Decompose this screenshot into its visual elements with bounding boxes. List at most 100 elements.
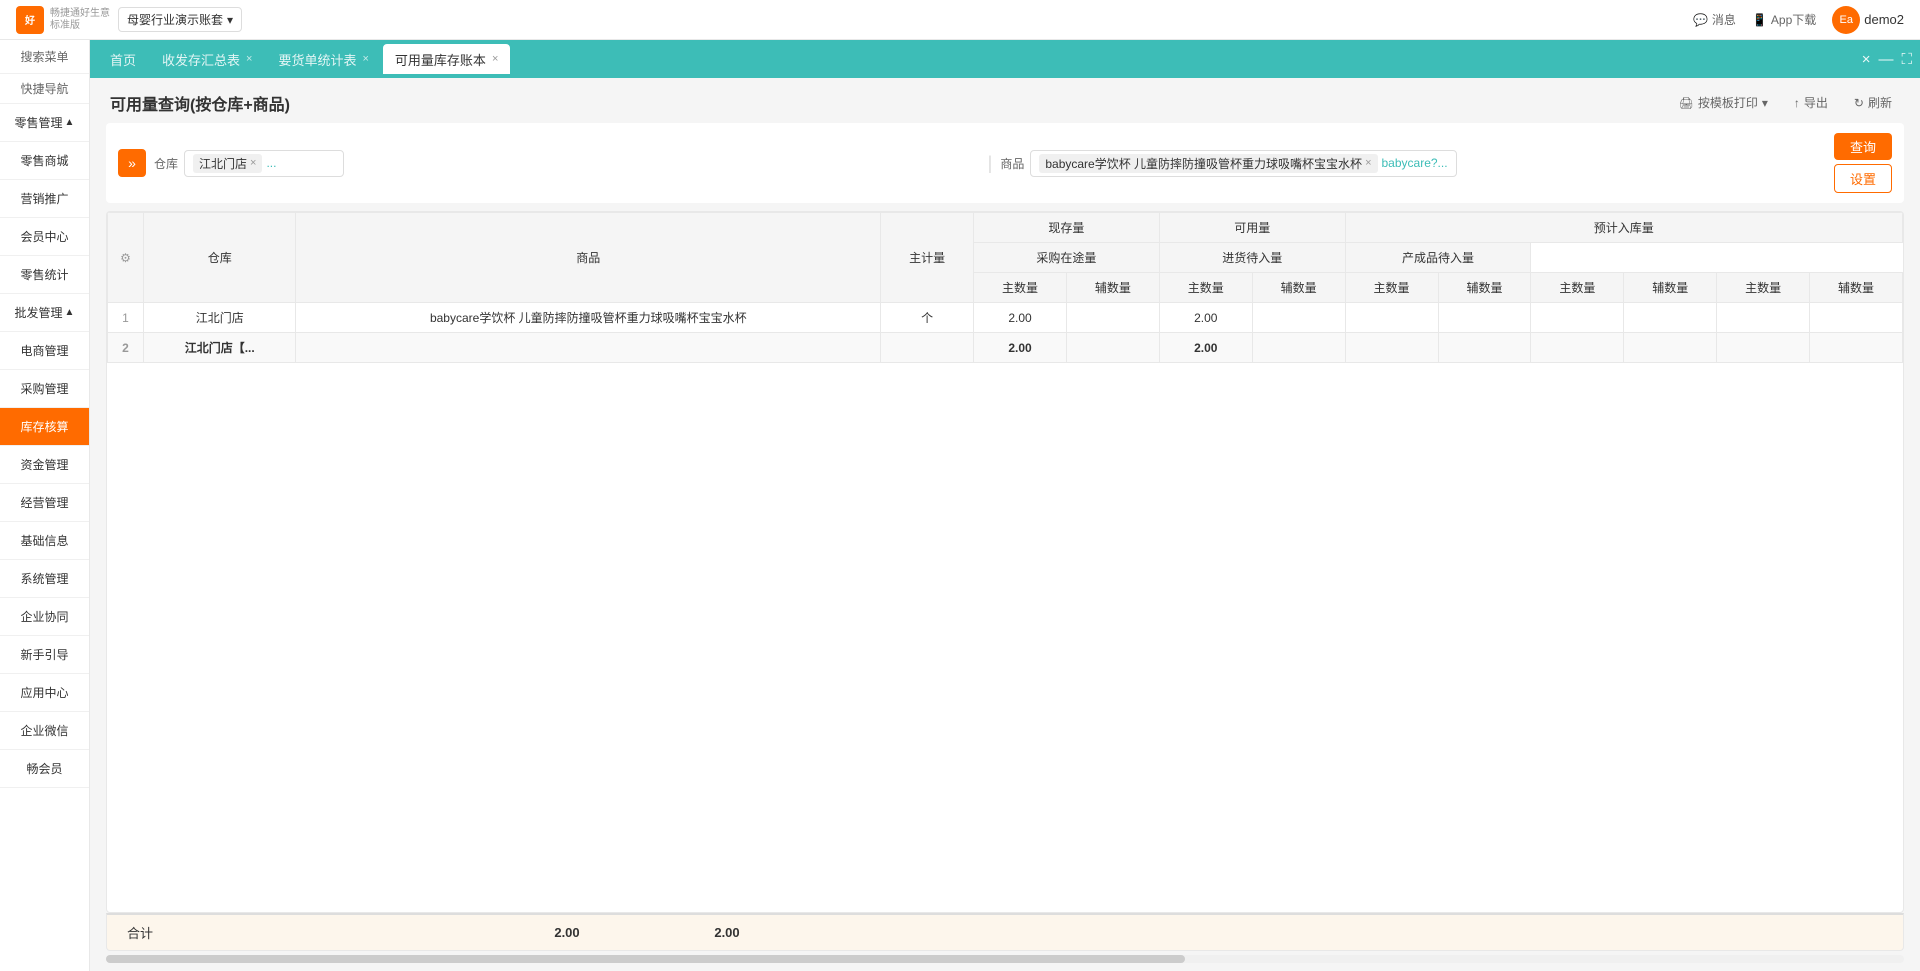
phone-icon: 📱 xyxy=(1752,13,1767,27)
filter-actions: 查询 设置 xyxy=(1834,133,1892,193)
sidebar-item-retail-mgmt[interactable]: 零售管理 ▲ xyxy=(0,104,89,142)
row-avail-main-group: 2.00 xyxy=(1159,333,1252,363)
scrollbar-thumb xyxy=(106,955,1185,963)
tab-bar-actions: × — ⛶ xyxy=(1862,51,1912,68)
chevron-down-icon: ▾ xyxy=(227,13,233,27)
sidebar-item-finance[interactable]: 资金管理 xyxy=(0,446,89,484)
maximize-icon[interactable]: ⛶ xyxy=(1901,51,1912,68)
footer-avail-main: 2.00 xyxy=(687,925,767,940)
sidebar-item-ecommerce[interactable]: 电商管理 xyxy=(0,332,89,370)
col-finished-header: 产成品待入量 xyxy=(1345,243,1531,273)
sidebar-item-system[interactable]: 系统管理 xyxy=(0,560,89,598)
export-btn[interactable]: ↑ 导出 xyxy=(1786,90,1836,115)
tab-bar: 首页 收发存汇总表 × 要货单统计表 × 可用量库存账本 × × — ⛶ xyxy=(90,40,1920,78)
user-profile[interactable]: Ea demo2 xyxy=(1832,6,1904,34)
remove-warehouse-tag[interactable]: × xyxy=(250,157,256,169)
export-icon: ↑ xyxy=(1794,96,1800,110)
top-bar: 好 畅捷通好生意 标准版 母婴行业演示账套 ▾ 💬 消息 📱 App下载 Ea … xyxy=(0,0,1920,40)
row-stock-main-group: 2.00 xyxy=(974,333,1067,363)
app-download-btn[interactable]: 📱 App下载 xyxy=(1752,11,1816,28)
col-settings-header[interactable]: ⚙ xyxy=(108,213,144,303)
sidebar-item-operations[interactable]: 经营管理 xyxy=(0,484,89,522)
tenant-select[interactable]: 母婴行业演示账套 ▾ xyxy=(118,7,242,32)
col-pur-main: 主数量 xyxy=(1345,273,1438,303)
refresh-icon: ↻ xyxy=(1854,96,1864,110)
table-row: 2 江北门店【... 2.00 2.00 xyxy=(108,333,1903,363)
print-icon: 🖨 xyxy=(1679,96,1694,110)
sidebar: 搜索菜单 快捷导航 零售管理 ▲ 零售商城 营销推广 会员中心 零售统计 批发管… xyxy=(0,40,90,971)
sidebar-item-guide[interactable]: 新手引导 xyxy=(0,636,89,674)
table-header-row1: ⚙ 仓库 商品 主计量 现存量 可用量 预计入库量 xyxy=(108,213,1903,243)
row-inc-sub xyxy=(1624,303,1717,333)
row-stock-main: 2.00 xyxy=(974,303,1067,333)
avatar: Ea xyxy=(1832,6,1860,34)
col-stock-header: 现存量 xyxy=(974,213,1160,243)
row-fin-sub xyxy=(1810,303,1903,333)
sidebar-item-retail-mall[interactable]: 零售商城 xyxy=(0,142,89,180)
table-footer: 合计 2.00 2.00 xyxy=(106,913,1904,951)
sidebar-item-retail-stats[interactable]: 零售统计 xyxy=(0,256,89,294)
minimize-icon[interactable]: — xyxy=(1878,51,1893,68)
sidebar-item-wholesale[interactable]: 批发管理 ▲ xyxy=(0,294,89,332)
sidebar-item-marketing[interactable]: 营销推广 xyxy=(0,180,89,218)
tab-order-stats[interactable]: 要货单统计表 × xyxy=(266,44,380,74)
refresh-btn[interactable]: ↻ 刷新 xyxy=(1846,90,1900,115)
sidebar-item-member[interactable]: 会员中心 xyxy=(0,218,89,256)
row-stock-sub xyxy=(1066,303,1159,333)
filter-toggle-btn[interactable]: » xyxy=(118,149,146,177)
sidebar-search[interactable]: 搜索菜单 xyxy=(0,40,89,74)
filter-separator: | xyxy=(988,153,993,174)
footer-stock-main: 2.00 xyxy=(527,925,607,940)
warehouse-more[interactable]: ... xyxy=(266,156,276,170)
inventory-table: ⚙ 仓库 商品 主计量 现存量 可用量 预计入库量 采购在途量 进货待入量 xyxy=(107,212,1903,363)
col-warehouse-header: 仓库 xyxy=(144,213,296,303)
row-index: 2 xyxy=(108,333,144,363)
sidebar-item-enterprise[interactable]: 企业协同 xyxy=(0,598,89,636)
close-icon[interactable]: × xyxy=(246,54,252,65)
sidebar-item-inventory[interactable]: 库存核算 xyxy=(0,408,89,446)
sidebar-item-member2[interactable]: 畅会员 xyxy=(0,750,89,788)
table-wrapper: ⚙ 仓库 商品 主计量 现存量 可用量 预计入库量 采购在途量 进货待入量 xyxy=(106,211,1904,913)
remove-product-tag[interactable]: × xyxy=(1365,157,1371,169)
gear-icon[interactable]: ⚙ xyxy=(120,251,131,265)
close-window-icon[interactable]: × xyxy=(1862,51,1871,68)
footer-empty-product xyxy=(207,925,467,940)
sidebar-item-wecom[interactable]: 企业微信 xyxy=(0,712,89,750)
row-product: babycare学饮杯 儿童防摔防撞吸管杯重力球吸嘴杯宝宝水杯 xyxy=(296,303,881,333)
close-icon[interactable]: × xyxy=(362,54,368,65)
bottom-scrollbar[interactable] xyxy=(106,955,1904,963)
message-btn[interactable]: 💬 消息 xyxy=(1693,11,1736,28)
product-label: 商品 xyxy=(1000,155,1024,172)
tab-stock-summary[interactable]: 收发存汇总表 × xyxy=(150,44,264,74)
col-stock-sub: 辅数量 xyxy=(1066,273,1159,303)
sidebar-nav[interactable]: 快捷导航 xyxy=(0,74,89,104)
row-fin-main-group xyxy=(1717,333,1810,363)
product-more[interactable]: babycare?... xyxy=(1382,156,1448,170)
tab-available-inventory[interactable]: 可用量库存账本 × xyxy=(383,44,510,74)
setting-btn[interactable]: 设置 xyxy=(1834,164,1892,193)
close-icon[interactable]: × xyxy=(492,54,498,65)
col-stock-main: 主数量 xyxy=(974,273,1067,303)
row-fin-main xyxy=(1717,303,1810,333)
print-btn[interactable]: 🖨 按模板打印 ▾ xyxy=(1671,90,1776,115)
row-unit: 个 xyxy=(881,303,974,333)
tab-home[interactable]: 首页 xyxy=(98,44,148,74)
row-avail-main: 2.00 xyxy=(1159,303,1252,333)
row-fin-sub-group xyxy=(1810,333,1903,363)
row-warehouse-group: 江北门店【... xyxy=(144,333,296,363)
logo-area: 好 畅捷通好生意 标准版 xyxy=(16,6,110,34)
sidebar-item-purchase[interactable]: 采购管理 xyxy=(0,370,89,408)
chevron-down-icon: ▾ xyxy=(1762,96,1768,110)
page-header: 可用量查询(按仓库+商品) 🖨 按模板打印 ▾ ↑ 导出 ↻ 刷新 xyxy=(90,78,1920,123)
sidebar-item-app-center[interactable]: 应用中心 xyxy=(0,674,89,712)
sidebar-item-basic-info[interactable]: 基础信息 xyxy=(0,522,89,560)
row-pur-sub xyxy=(1438,303,1531,333)
product-tag: babycare学饮杯 儿童防摔防撞吸管杯重力球吸嘴杯宝宝水杯 × xyxy=(1039,154,1377,173)
row-stock-sub-group xyxy=(1066,333,1159,363)
product-tag-input[interactable]: babycare学饮杯 儿童防摔防撞吸管杯重力球吸嘴杯宝宝水杯 × babyca… xyxy=(1030,150,1456,177)
row-product-group xyxy=(296,333,881,363)
query-btn[interactable]: 查询 xyxy=(1834,133,1892,160)
col-incoming-header: 进货待入量 xyxy=(1159,243,1345,273)
footer-empty-unit xyxy=(467,925,527,940)
warehouse-tag-input[interactable]: 江北门店 × ... xyxy=(184,150,344,177)
